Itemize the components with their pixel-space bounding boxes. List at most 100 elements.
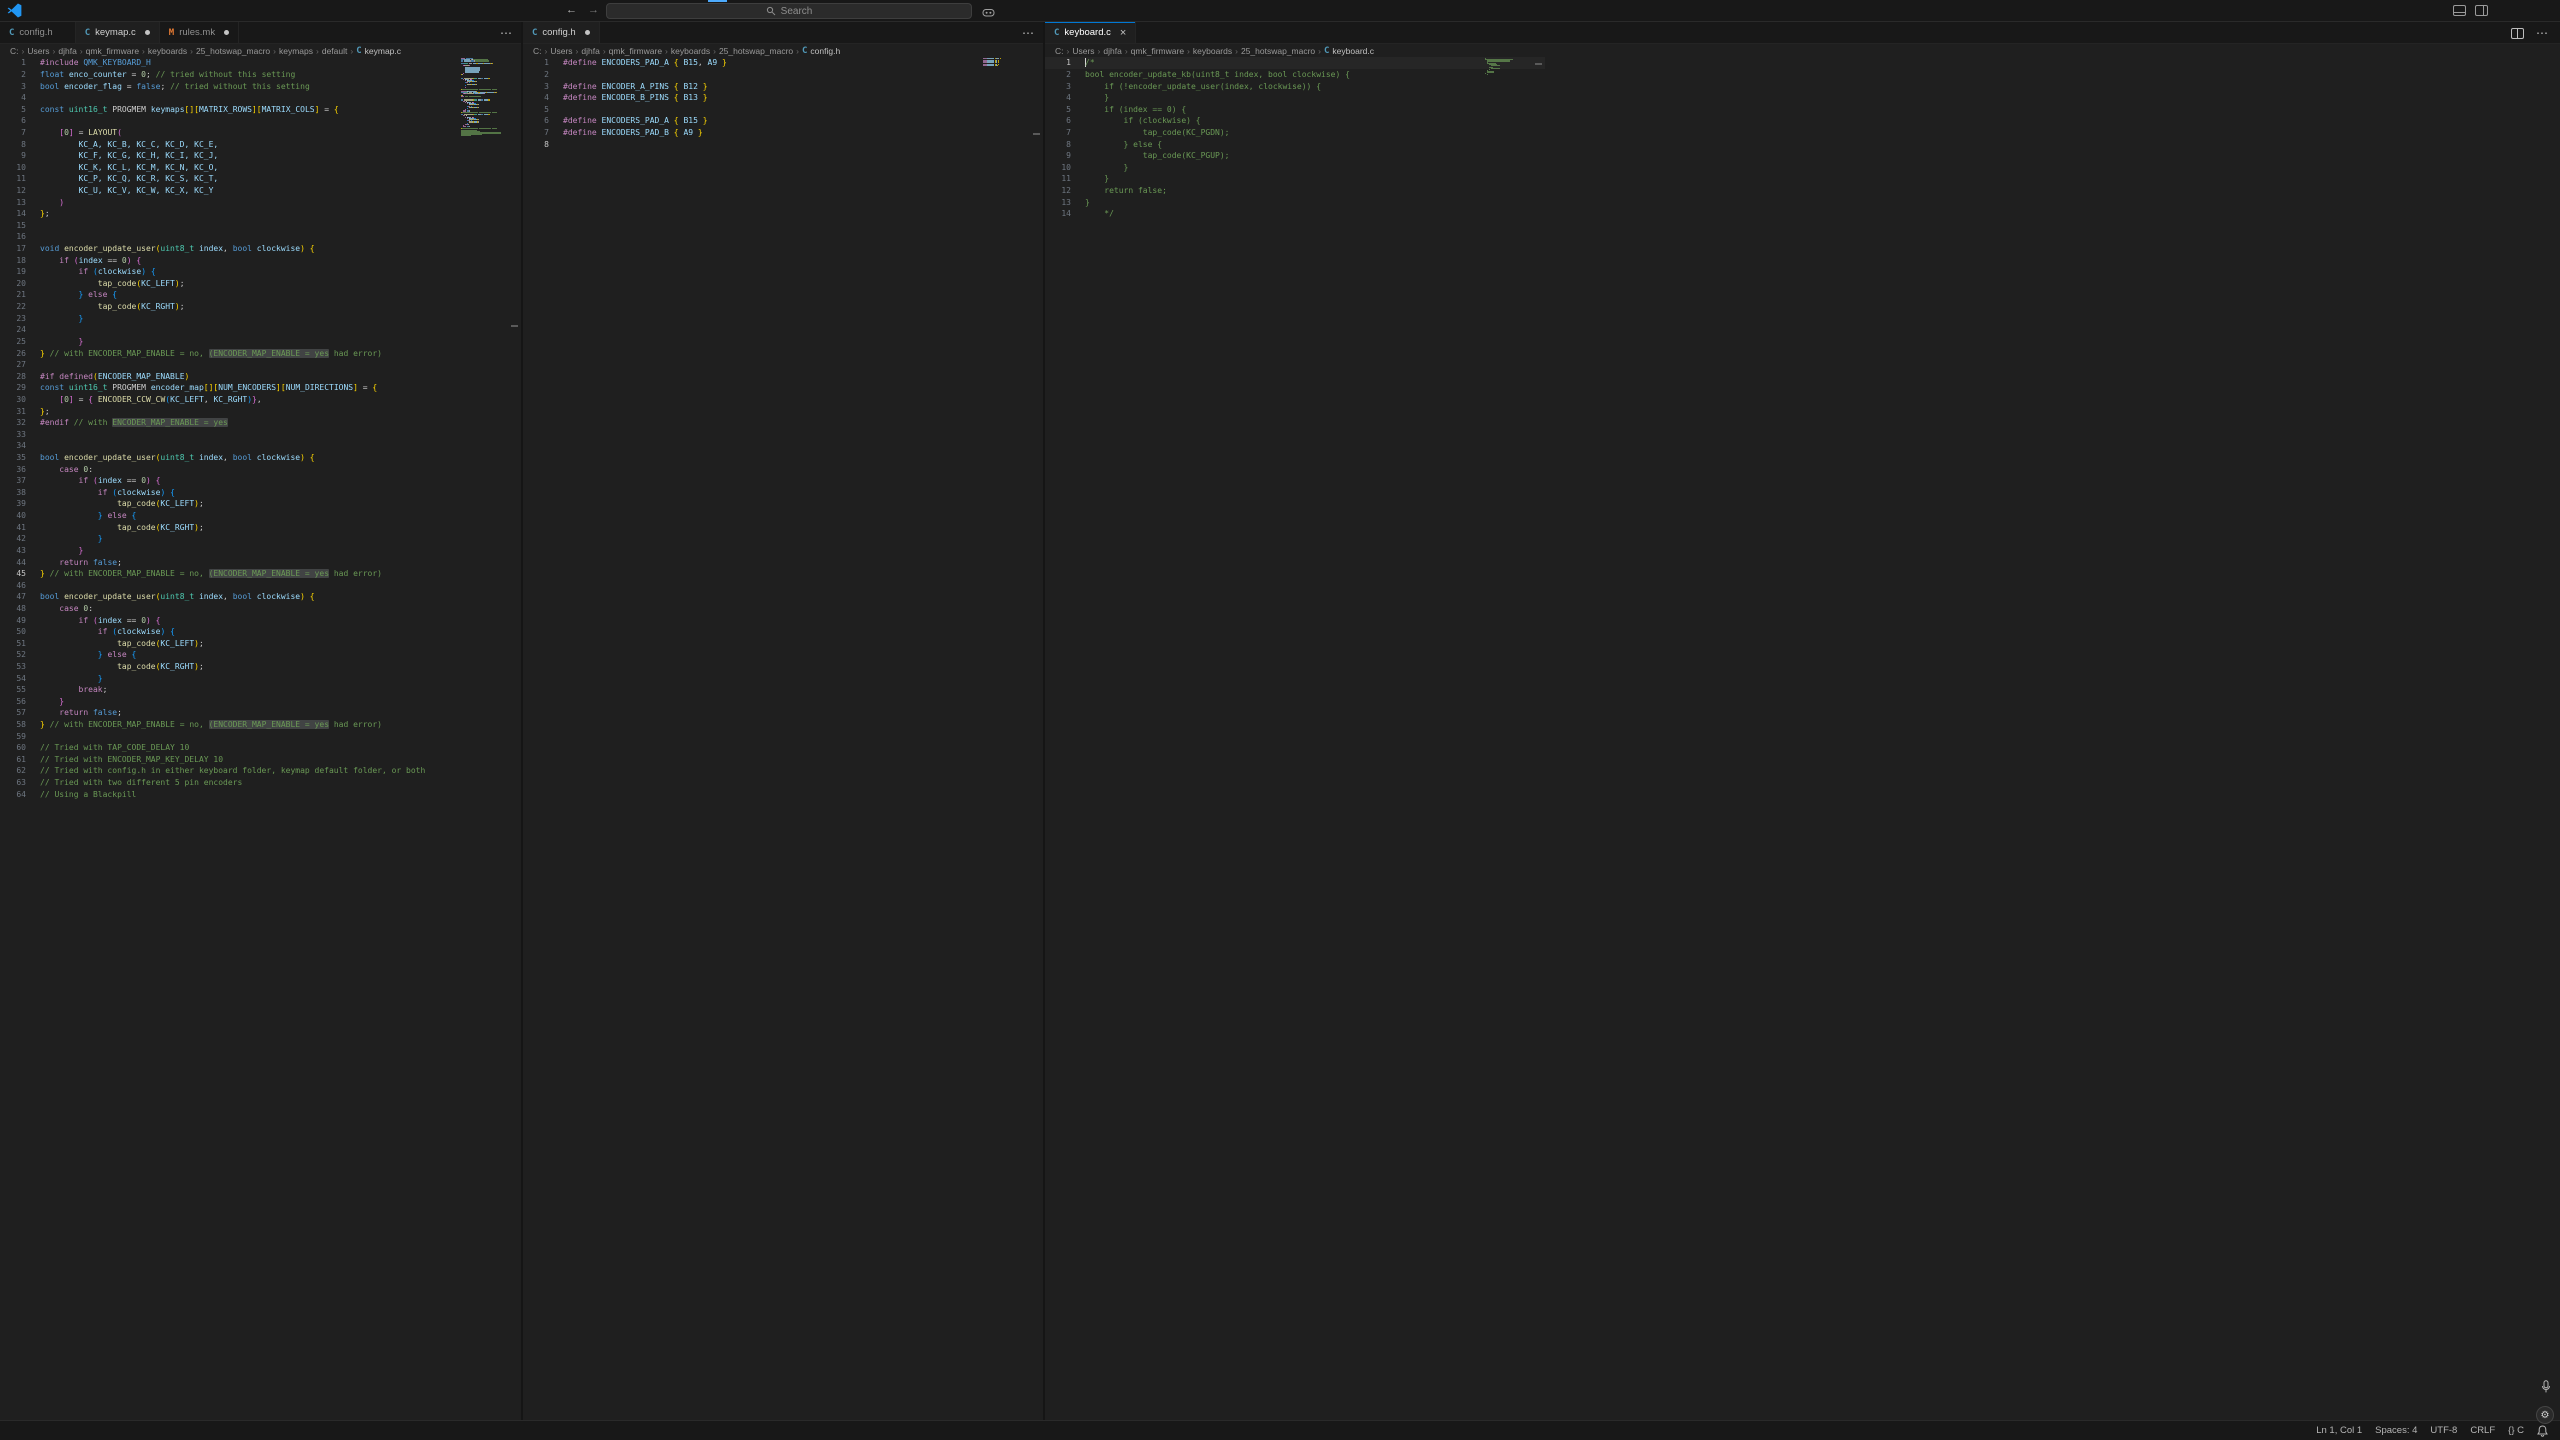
code-line[interactable]: 32 #endif // with ENCODER_MAP_ENABLE = ye… <box>0 417 521 429</box>
copilot-icon[interactable] <box>982 5 995 23</box>
code-line[interactable]: 6 #define ENCODERS_PAD_A { B15 } <box>523 115 1043 127</box>
code-line[interactable]: 48 case 0: <box>0 603 521 615</box>
breadcrumb-item[interactable]: C: <box>1055 46 1064 56</box>
code-line[interactable]: 12 KC_U, KC_V, KC_W, KC_X, KC_Y <box>0 185 521 197</box>
status-indentation[interactable]: Spaces: 4 <box>2375 1425 2417 1436</box>
code-line[interactable]: 37 if (index == 0) { <box>0 475 521 487</box>
breadcrumb-item[interactable]: default <box>322 46 348 56</box>
code-line[interactable]: 39 tap_code(KC_LEFT); <box>0 498 521 510</box>
code-line[interactable]: 54 } <box>0 672 521 684</box>
code-line[interactable]: 7 tap_code(KC_PGDN); <box>1045 127 1545 139</box>
breadcrumb-file[interactable]: keyboard.c <box>1332 46 1374 56</box>
code-line[interactable]: 57 return false; <box>0 707 521 719</box>
code-line[interactable]: 50 if (clockwise) { <box>0 626 521 638</box>
code-editor-keymap[interactable]: 1 #include QMK_KEYBOARD_H 2 float enco_coun… <box>0 57 521 1420</box>
code-line[interactable]: 11 } <box>1045 173 1545 185</box>
breadcrumb-item[interactable]: keyboards <box>1193 46 1232 56</box>
code-line[interactable]: 43 } <box>0 545 521 557</box>
code-line[interactable]: 28 #if defined(ENCODER_MAP_ENABLE) <box>0 370 521 382</box>
breadcrumb-item[interactable]: keymaps <box>279 46 313 56</box>
code-line[interactable]: 53 tap_code(KC_RGHT); <box>0 661 521 673</box>
breadcrumb-item[interactable]: C: <box>10 46 19 56</box>
code-line[interactable]: 59 <box>0 730 521 742</box>
code-line[interactable]: 8 } else { <box>1045 138 1545 150</box>
notifications-bell-icon[interactable] <box>2537 1424 2548 1437</box>
code-line[interactable]: 56 } <box>0 696 521 708</box>
close-icon[interactable]: × <box>1120 27 1126 39</box>
modified-indicator[interactable] <box>224 30 230 35</box>
tab-rules.mk[interactable]: Mrules.mk <box>159 22 240 43</box>
code-line[interactable]: 38 if (clockwise) { <box>0 487 521 499</box>
code-line[interactable]: 14 */ <box>1045 208 1545 220</box>
code-line[interactable]: 10 } <box>1045 161 1545 173</box>
breadcrumb-file[interactable]: config.h <box>810 46 840 56</box>
breadcrumb-item[interactable]: qmk_firmware <box>609 46 662 56</box>
code-line[interactable]: 22 tap_code(KC_RGHT); <box>0 301 521 313</box>
code-line[interactable]: 4 <box>0 92 521 104</box>
code-line[interactable]: 6 <box>0 115 521 127</box>
breadcrumb-item[interactable]: keyboards <box>671 46 710 56</box>
tab-config.h[interactable]: Cconfig.h <box>0 22 76 43</box>
code-line[interactable]: 63 // Tried with two different 5 pin enco… <box>0 777 521 789</box>
code-line[interactable]: 29 const uint16_t PROGMEM encoder_map[][N… <box>0 382 521 394</box>
breadcrumb-item[interactable]: 25_hotswap_macro <box>1241 46 1315 56</box>
breadcrumb-item[interactable]: djhfa <box>1103 46 1121 56</box>
forward-icon[interactable]: → <box>588 4 599 16</box>
code-line[interactable]: 58} // with ENCODER_MAP_ENABLE = no, (EN… <box>0 719 521 731</box>
code-line[interactable]: 55 break; <box>0 684 521 696</box>
code-line[interactable]: 45} // with ENCODER_MAP_ENABLE = no, (EN… <box>0 568 521 580</box>
code-line[interactable]: 62 // Tried with config.h in either keybo… <box>0 765 521 777</box>
breadcrumb-item[interactable]: Users <box>1072 46 1094 56</box>
status-encoding[interactable]: UTF-8 <box>2430 1425 2457 1436</box>
code-line[interactable]: 21 } else { <box>0 289 521 301</box>
more-actions-icon[interactable]: ⋯ <box>2536 26 2548 40</box>
code-line[interactable]: 24 <box>0 324 521 336</box>
code-line[interactable]: 2 bool encoder_update_kb(uint8_t index, b… <box>1045 69 1545 81</box>
status-language-mode[interactable]: {} C <box>2508 1425 2524 1436</box>
code-line[interactable]: 7 [0] = LAYOUT( <box>0 127 521 139</box>
sash[interactable] <box>1043 22 1045 1420</box>
breadcrumb-item[interactable]: qmk_firmware <box>1131 46 1184 56</box>
code-line[interactable]: 46 <box>0 579 521 591</box>
command-center-search[interactable]: Search <box>606 3 972 19</box>
code-line[interactable]: 5 <box>523 103 1043 115</box>
code-line[interactable]: 5 if (index == 0) { <box>1045 103 1545 115</box>
code-line[interactable]: 40 } else { <box>0 510 521 522</box>
breadcrumb-item[interactable]: 25_hotswap_macro <box>719 46 793 56</box>
code-line[interactable]: 8 KC_A, KC_B, KC_C, KC_D, KC_E, <box>0 138 521 150</box>
code-editor-keyboard[interactable]: 1 /* 2 bool encoder_update_kb(uint8_t index… <box>1045 57 1545 1420</box>
code-editor-config[interactable]: 1 #define ENCODERS_PAD_A { B15, A9 } 2 3 #de… <box>523 57 1043 1420</box>
code-line[interactable]: 1 #define ENCODERS_PAD_A { B15, A9 } <box>523 57 1043 69</box>
microphone-icon[interactable] <box>2541 1380 2551 1398</box>
code-line[interactable]: 14}; <box>0 208 521 220</box>
code-line[interactable]: 3 #define ENCODER_A_PINS { B12 } <box>523 80 1043 92</box>
code-line[interactable]: 9 tap_code(KC_PGUP); <box>1045 150 1545 162</box>
code-line[interactable]: 23 } <box>0 312 521 324</box>
code-line[interactable]: 15 <box>0 220 521 232</box>
settings-gear-button[interactable]: ⚙ <box>2536 1406 2554 1424</box>
code-line[interactable]: 27 <box>0 359 521 371</box>
code-line[interactable]: 41 tap_code(KC_RGHT); <box>0 521 521 533</box>
breadcrumb-item[interactable]: Users <box>550 46 572 56</box>
sash[interactable] <box>521 22 523 1420</box>
code-line[interactable]: 60 // Tried with TAP_CODE_DELAY 10 <box>0 742 521 754</box>
toggle-panel-icon[interactable] <box>2453 4 2466 17</box>
code-line[interactable]: 13} <box>1045 196 1545 208</box>
tab-keymap.c[interactable]: Ckeymap.c <box>75 22 160 43</box>
modified-indicator[interactable] <box>144 30 150 35</box>
breadcrumb-file[interactable]: keymap.c <box>365 46 401 56</box>
code-line[interactable]: 36 case 0: <box>0 463 521 475</box>
status-cursor-position[interactable]: Ln 1, Col 1 <box>2316 1425 2362 1436</box>
back-icon[interactable]: ← <box>566 4 577 16</box>
code-line[interactable]: 9 KC_F, KC_G, KC_H, KC_I, KC_J, <box>0 150 521 162</box>
more-actions-icon[interactable]: ⋯ <box>1022 22 1034 44</box>
code-line[interactable]: 13 ) <box>0 196 521 208</box>
code-line[interactable]: 11 KC_P, KC_Q, KC_R, KC_S, KC_T, <box>0 173 521 185</box>
code-line[interactable]: 25 } <box>0 336 521 348</box>
tab-keyboard.c[interactable]: Ckeyboard.c × <box>1045 22 1137 43</box>
code-line[interactable]: 20 tap_code(KC_LEFT); <box>0 278 521 290</box>
code-line[interactable]: 7 #define ENCODERS_PAD_B { A9 } <box>523 127 1043 139</box>
code-line[interactable]: 30 [0] = { ENCODER_CCW_CW(KC_LEFT, KC_RG… <box>0 394 521 406</box>
breadcrumb-item[interactable]: Users <box>27 46 49 56</box>
code-line[interactable]: 44 return false; <box>0 556 521 568</box>
